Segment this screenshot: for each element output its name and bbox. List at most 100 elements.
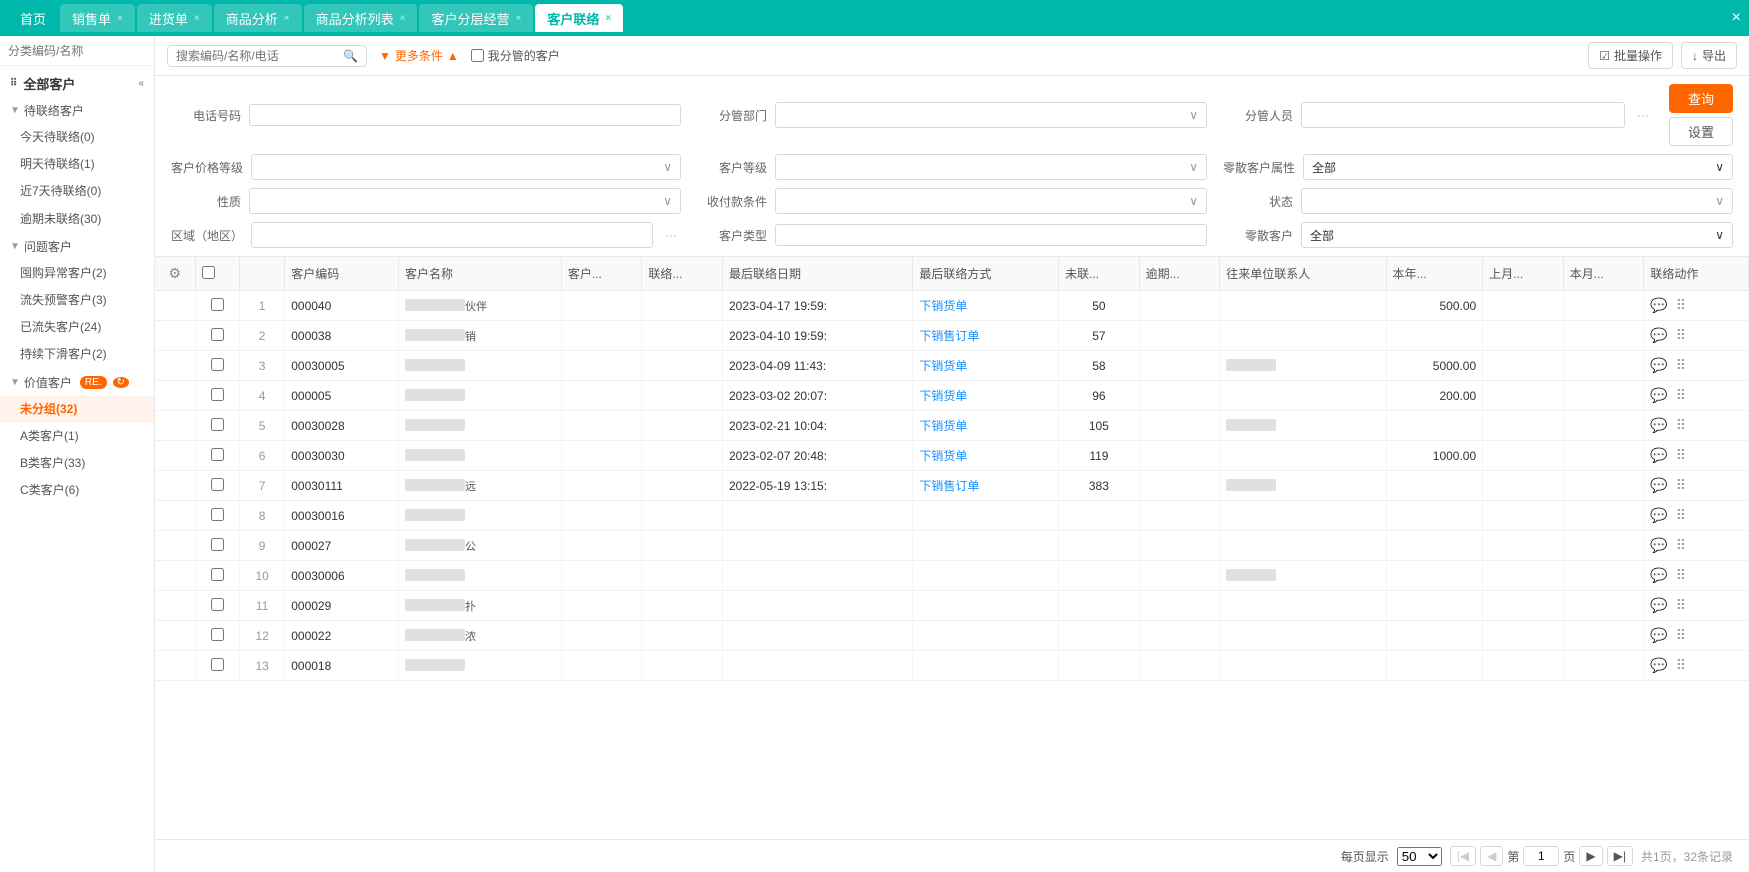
contact-icon[interactable]: 💬 bbox=[1650, 327, 1667, 344]
row-checkbox-11[interactable] bbox=[211, 628, 224, 641]
close-all-tabs-icon[interactable]: × bbox=[1732, 9, 1741, 27]
row-checkbox-7[interactable] bbox=[211, 508, 224, 521]
row-checkbox-4[interactable] bbox=[211, 418, 224, 431]
th-last-method[interactable]: 最后联络方式 bbox=[913, 257, 1059, 291]
reset-btn[interactable]: 设置 bbox=[1669, 117, 1733, 146]
sidebar-group-score[interactable]: ▼ 价值客户 RE. ↻ bbox=[0, 369, 154, 396]
nature-select[interactable]: ∨ bbox=[249, 188, 681, 214]
close-customer-seg-icon[interactable]: × bbox=[515, 13, 521, 24]
sidebar-item-c-class[interactable]: C类客户(6) bbox=[0, 477, 154, 504]
more-filters-btn[interactable]: ▼ 更多条件 ▲ bbox=[379, 47, 459, 64]
all-customers-section[interactable]: ⠿ 全部客户 « bbox=[0, 66, 154, 97]
status-select[interactable]: ∨ bbox=[1301, 188, 1733, 214]
method-link[interactable]: 下销货单 bbox=[919, 299, 967, 313]
contact-icon[interactable]: 💬 bbox=[1650, 357, 1667, 374]
sidebar-item-tomorrow-pending[interactable]: 明天待联络(1) bbox=[0, 151, 154, 178]
th-overdue[interactable]: 逾期... bbox=[1139, 257, 1220, 291]
contact-icon[interactable]: 💬 bbox=[1650, 537, 1667, 554]
sidebar-group-pending[interactable]: ▼ 待联络客户 bbox=[0, 97, 154, 124]
sidebar-item-lost[interactable]: 已流失客户(24) bbox=[0, 314, 154, 341]
phone-input[interactable] bbox=[249, 104, 681, 126]
dept-select[interactable]: ∨ bbox=[775, 102, 1207, 128]
row-checkbox-10[interactable] bbox=[211, 598, 224, 611]
close-product-analysis-icon[interactable]: × bbox=[284, 13, 290, 24]
sidebar-item-hoarding[interactable]: 囤购异常客户(2) bbox=[0, 260, 154, 287]
tab-purchase[interactable]: 进货单 × bbox=[137, 4, 212, 32]
contact-icon[interactable]: 💬 bbox=[1650, 507, 1667, 524]
sidebar-item-b-class[interactable]: B类客户(33) bbox=[0, 450, 154, 477]
more-action-icon[interactable]: ⠿ bbox=[1676, 477, 1686, 494]
my-customers-checkbox[interactable]: 我分管的客户 bbox=[471, 47, 560, 64]
method-link[interactable]: 下销货单 bbox=[919, 419, 967, 433]
sidebar-item-today-pending[interactable]: 今天待联络(0) bbox=[0, 124, 154, 151]
close-purchase-icon[interactable]: × bbox=[194, 13, 200, 24]
row-checkbox-3[interactable] bbox=[211, 388, 224, 401]
th-customer-type[interactable]: 客户... bbox=[561, 257, 642, 291]
contact-icon[interactable]: 💬 bbox=[1650, 417, 1667, 434]
method-link[interactable]: 下销货单 bbox=[919, 359, 967, 373]
customer-type-input[interactable] bbox=[775, 224, 1207, 246]
method-link[interactable]: 下销售订单 bbox=[919, 329, 979, 343]
search-box[interactable]: 🔍 bbox=[167, 45, 367, 67]
sidebar-item-declining[interactable]: 持续下滑客户(2) bbox=[0, 341, 154, 368]
sidebar-search-input[interactable] bbox=[8, 44, 155, 58]
contact-icon[interactable]: 💬 bbox=[1650, 387, 1667, 404]
per-page-select[interactable]: 50 100 200 bbox=[1397, 847, 1442, 866]
contact-icon[interactable]: 💬 bbox=[1650, 297, 1667, 314]
search-input[interactable] bbox=[176, 49, 337, 63]
export-btn[interactable]: ↓ 导出 bbox=[1681, 42, 1737, 69]
my-customers-check[interactable] bbox=[471, 49, 484, 62]
region-dots[interactable]: ··· bbox=[661, 228, 681, 242]
more-action-icon[interactable]: ⠿ bbox=[1676, 627, 1686, 644]
th-this-year[interactable]: 本年... bbox=[1386, 257, 1483, 291]
more-action-icon[interactable]: ⠿ bbox=[1676, 567, 1686, 584]
search-icon-2[interactable]: 🔍 bbox=[343, 49, 358, 63]
row-checkbox-9[interactable] bbox=[211, 568, 224, 581]
row-checkbox-2[interactable] bbox=[211, 358, 224, 371]
payment-select[interactable]: ∨ bbox=[775, 188, 1207, 214]
prev-page-btn[interactable]: ◀ bbox=[1480, 846, 1503, 866]
row-checkbox-0[interactable] bbox=[211, 298, 224, 311]
select-all-checkbox[interactable] bbox=[202, 266, 215, 279]
page-input[interactable] bbox=[1523, 846, 1559, 866]
th-contact-person[interactable]: 往来单位联系人 bbox=[1220, 257, 1386, 291]
region-select[interactable] bbox=[251, 222, 653, 248]
contact-icon[interactable]: 💬 bbox=[1650, 477, 1667, 494]
close-product-analysis-list-icon[interactable]: × bbox=[400, 13, 406, 24]
sidebar-group-problem[interactable]: ▼ 问题客户 bbox=[0, 233, 154, 260]
more-action-icon[interactable]: ⠿ bbox=[1676, 597, 1686, 614]
contact-icon[interactable]: 💬 bbox=[1650, 597, 1667, 614]
tab-customer-contact[interactable]: 客户联络 × bbox=[535, 4, 623, 32]
sidebar-item-ungroup[interactable]: 未分组(32) bbox=[0, 396, 154, 423]
more-action-icon[interactable]: ⠿ bbox=[1676, 537, 1686, 554]
method-link[interactable]: 下销货单 bbox=[919, 449, 967, 463]
batch-operation-btn[interactable]: ☑ 批量操作 bbox=[1588, 42, 1673, 69]
th-settings[interactable]: ⚙ bbox=[155, 257, 195, 291]
more-action-icon[interactable]: ⠿ bbox=[1676, 447, 1686, 464]
sidebar-item-churn-warning[interactable]: 流失预警客户(3) bbox=[0, 287, 154, 314]
more-action-icon[interactable]: ⠿ bbox=[1676, 297, 1686, 314]
tab-product-analysis-list[interactable]: 商品分析列表 × bbox=[304, 4, 418, 32]
tab-product-analysis[interactable]: 商品分析 × bbox=[214, 4, 302, 32]
row-checkbox-5[interactable] bbox=[211, 448, 224, 461]
contact-icon[interactable]: 💬 bbox=[1650, 657, 1667, 674]
table-settings-icon[interactable]: ⚙ bbox=[168, 265, 181, 281]
contact-icon[interactable]: 💬 bbox=[1650, 627, 1667, 644]
method-link[interactable]: 下销货单 bbox=[919, 389, 967, 403]
more-action-icon[interactable]: ⠿ bbox=[1676, 507, 1686, 524]
tab-sales[interactable]: 销售单 × bbox=[60, 4, 135, 32]
price-grade-select[interactable]: ∨ bbox=[251, 154, 681, 180]
more-action-icon[interactable]: ⠿ bbox=[1676, 387, 1686, 404]
last-page-btn[interactable]: ▶| bbox=[1607, 846, 1633, 866]
contact-icon[interactable]: 💬 bbox=[1650, 567, 1667, 584]
row-checkbox-8[interactable] bbox=[211, 538, 224, 551]
retail-customer-select[interactable]: 全部∨ bbox=[1301, 222, 1733, 248]
row-checkbox-12[interactable] bbox=[211, 658, 224, 671]
next-page-btn[interactable]: ▶ bbox=[1579, 846, 1602, 866]
tab-customer-segmentation[interactable]: 客户分层经营 × bbox=[419, 4, 533, 32]
more-action-icon[interactable]: ⠿ bbox=[1676, 657, 1686, 674]
th-last-date[interactable]: 最后联络日期 bbox=[722, 257, 912, 291]
th-customer-code[interactable]: 客户编码 bbox=[285, 257, 399, 291]
th-customer-name[interactable]: 客户名称 bbox=[399, 257, 562, 291]
th-contact[interactable]: 联络... bbox=[642, 257, 723, 291]
